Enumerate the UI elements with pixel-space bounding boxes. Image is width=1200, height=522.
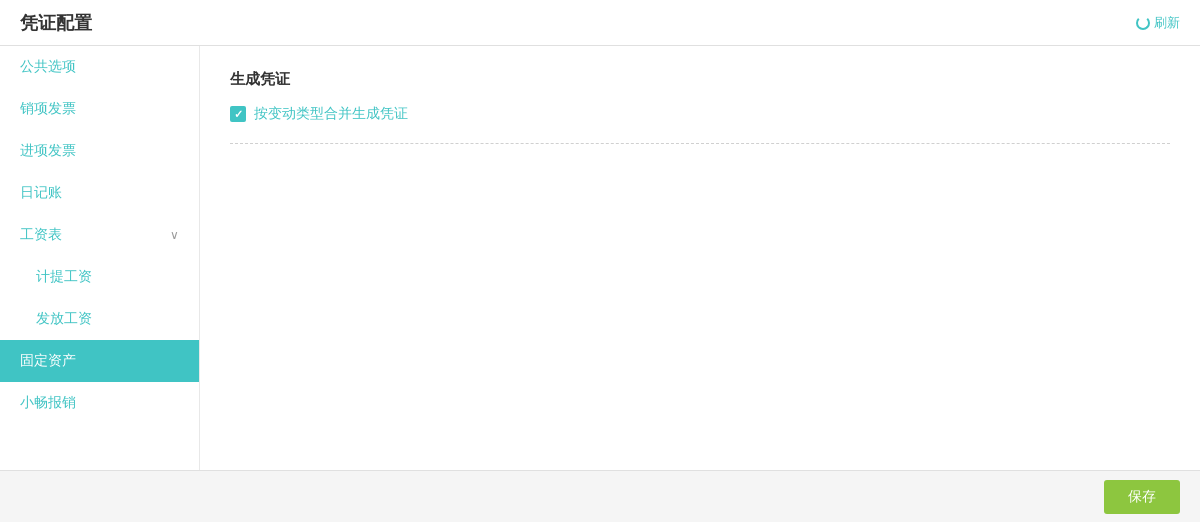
header: 凭证配置 刷新	[0, 0, 1200, 46]
footer: 保存	[0, 470, 1200, 522]
chevron-down-icon: ∨	[170, 228, 179, 242]
sidebar-item-label: 日记账	[20, 184, 62, 202]
sidebar-item-label: 工资表	[20, 226, 62, 244]
merge-by-type-label: 按变动类型合并生成凭证	[254, 105, 408, 123]
refresh-label: 刷新	[1154, 14, 1180, 32]
body: 公共选项销项发票进项发票日记账工资表 ∨ 计提工资发放工资固定资产小畅报销 生成凭证…	[0, 46, 1200, 470]
sidebar-item-label: 销项发票	[20, 100, 76, 118]
save-button[interactable]: 保存	[1104, 480, 1180, 514]
sidebar-item-label: 发放工资	[36, 310, 92, 328]
sidebar-item-public-options[interactable]: 公共选项	[0, 46, 199, 88]
sidebar-item-accrued-salary[interactable]: 计提工资	[0, 256, 199, 298]
sidebar-item-fixed-assets[interactable]: 固定资产	[0, 340, 199, 382]
sidebar: 公共选项销项发票进项发票日记账工资表 ∨ 计提工资发放工资固定资产小畅报销	[0, 46, 200, 470]
sidebar-item-journal[interactable]: 日记账	[0, 172, 199, 214]
checkbox-row: 按变动类型合并生成凭证	[230, 105, 1170, 123]
sidebar-item-label: 小畅报销	[20, 394, 76, 412]
merge-by-type-checkbox[interactable]	[230, 106, 246, 122]
sidebar-item-sales-invoice[interactable]: 销项发票	[0, 88, 199, 130]
sidebar-item-label: 公共选项	[20, 58, 76, 76]
sidebar-item-pay-salary[interactable]: 发放工资	[0, 298, 199, 340]
page-wrapper: 凭证配置 刷新 公共选项销项发票进项发票日记账工资表 ∨ 计提工资发放工资固定资产小…	[0, 0, 1200, 522]
sidebar-item-label: 进项发票	[20, 142, 76, 160]
page-title: 凭证配置	[20, 11, 92, 35]
refresh-button[interactable]: 刷新	[1136, 14, 1180, 32]
refresh-icon	[1136, 16, 1150, 30]
sidebar-item-label: 固定资产	[20, 352, 76, 370]
sidebar-item-expense-report[interactable]: 小畅报销	[0, 382, 199, 424]
section-title: 生成凭证	[230, 70, 1170, 89]
sidebar-item-payroll-table[interactable]: 工资表 ∨	[0, 214, 199, 256]
section-divider	[230, 143, 1170, 144]
sidebar-item-label: 计提工资	[36, 268, 92, 286]
main-content: 生成凭证 按变动类型合并生成凭证	[200, 46, 1200, 470]
sidebar-item-purchase-invoice[interactable]: 进项发票	[0, 130, 199, 172]
